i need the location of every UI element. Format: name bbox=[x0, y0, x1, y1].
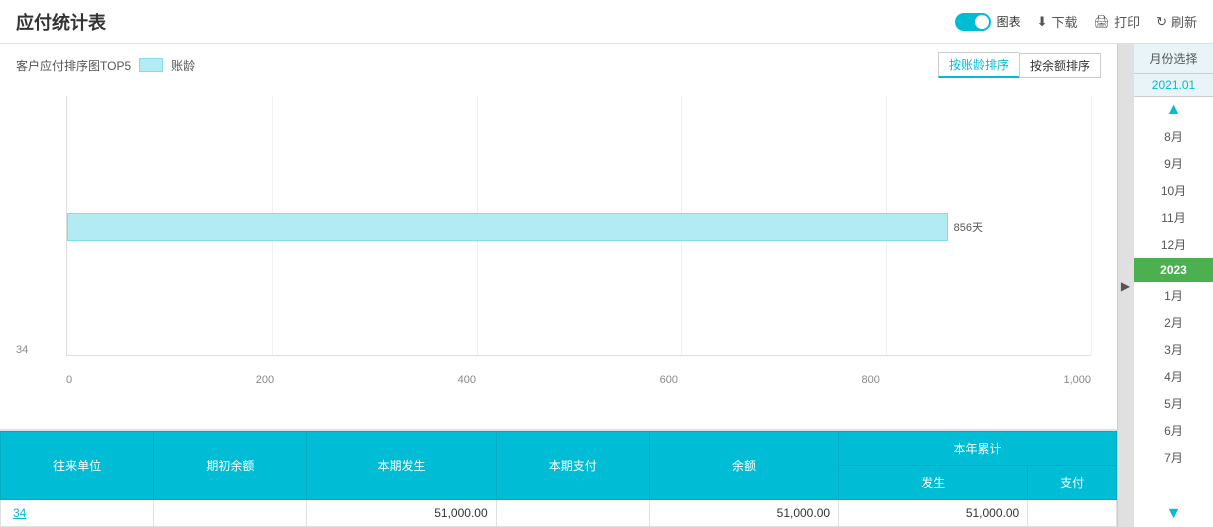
month-sidebar: 月份选择 2021.01 ▲ 8月 9月 10月 11月 12月 2023 1月… bbox=[1133, 44, 1213, 527]
refresh-label: 刷新 bbox=[1171, 12, 1197, 31]
cell-balance: 51,000.00 bbox=[649, 500, 838, 527]
data-table: 往来单位 期初余额 本期发生 本期支付 余额 本年累计 发生 支付 bbox=[0, 431, 1117, 527]
legend-item-label: 账龄 bbox=[171, 57, 195, 74]
chart-sort-controls: 按账龄排序 按余额排序 bbox=[938, 52, 1101, 78]
cell-current-pay bbox=[496, 500, 649, 527]
sidebar-month-3[interactable]: 3月 bbox=[1134, 336, 1213, 363]
cell-current-occur: 51,000.00 bbox=[307, 500, 496, 527]
chart-legend-title: 客户应付排序图TOP5 bbox=[16, 57, 131, 74]
col-header-current-occur: 本期发生 bbox=[307, 432, 496, 500]
data-table-section: 往来单位 期初余额 本期发生 本期支付 余额 本年累计 发生 支付 bbox=[0, 429, 1117, 527]
x-label-1000: 1,000 bbox=[1063, 374, 1091, 386]
sort-by-amount-button[interactable]: 按余额排序 bbox=[1019, 53, 1101, 78]
grid-line-5 bbox=[1091, 96, 1092, 355]
sidebar-month-1[interactable]: 1月 bbox=[1134, 282, 1213, 309]
sidebar-month-9[interactable]: 9月 bbox=[1134, 150, 1213, 177]
x-label-800: 800 bbox=[862, 374, 880, 386]
bar-fill bbox=[67, 213, 948, 241]
col-header-ytd-pay: 支付 bbox=[1028, 466, 1117, 500]
unit-link[interactable]: 34 bbox=[13, 506, 26, 520]
refresh-icon: ↻ bbox=[1156, 14, 1167, 30]
bar-end-label: 856天 bbox=[954, 219, 983, 235]
x-label-600: 600 bbox=[660, 374, 678, 386]
cell-opening bbox=[154, 500, 307, 527]
x-label-200: 200 bbox=[256, 374, 274, 386]
chart-plot-area: 856天 bbox=[66, 96, 1091, 356]
print-label: 打印 bbox=[1114, 12, 1140, 31]
sidebar-toggle-icon: ▶ bbox=[1121, 279, 1130, 293]
table-row: 34 51,000.00 51,000.00 51,000.00 bbox=[1, 500, 1117, 527]
sidebar-scroll-down[interactable]: ▼ bbox=[1134, 501, 1213, 527]
cell-unit: 34 bbox=[1, 500, 154, 527]
download-label: 下载 bbox=[1052, 12, 1078, 31]
col-header-balance: 余额 bbox=[649, 432, 838, 500]
sidebar-month-2[interactable]: 2月 bbox=[1134, 309, 1213, 336]
col-header-unit: 往来单位 bbox=[1, 432, 154, 500]
chart-toggle-wrap[interactable]: 图表 bbox=[955, 13, 1021, 31]
page-title: 应付统计表 bbox=[16, 9, 106, 35]
x-label-400: 400 bbox=[458, 374, 476, 386]
sidebar-month-7[interactable]: 7月 bbox=[1134, 444, 1213, 471]
chart-legend: 客户应付排序图TOP5 账龄 bbox=[16, 57, 195, 74]
sidebar-month-8[interactable]: 8月 bbox=[1134, 123, 1213, 150]
sidebar-toggle-button[interactable]: ▶ bbox=[1117, 44, 1133, 527]
sidebar-year-2023[interactable]: 2023 bbox=[1134, 258, 1213, 282]
col-header-ytd: 本年累计 bbox=[839, 432, 1117, 466]
legend-color-box bbox=[139, 58, 163, 72]
print-button[interactable]: 🖨 打印 bbox=[1094, 12, 1141, 31]
col-header-ytd-occur: 发生 bbox=[839, 466, 1028, 500]
chart-toggle[interactable] bbox=[955, 13, 991, 31]
sidebar-scroll-up[interactable]: ▲ bbox=[1134, 97, 1213, 123]
col-header-opening: 期初余额 bbox=[154, 432, 307, 500]
bar-chart-container: 34 bbox=[0, 86, 1117, 429]
sidebar-month-12[interactable]: 12月 bbox=[1134, 231, 1213, 258]
sidebar-month-5[interactable]: 5月 bbox=[1134, 390, 1213, 417]
print-icon: 🖨 bbox=[1094, 14, 1111, 30]
sidebar-month-6[interactable]: 6月 bbox=[1134, 417, 1213, 444]
chart-toggle-label: 图表 bbox=[997, 13, 1021, 30]
sidebar-month-4[interactable]: 4月 bbox=[1134, 363, 1213, 390]
download-icon: ⬇ bbox=[1037, 14, 1048, 30]
sort-by-balance-button[interactable]: 按账龄排序 bbox=[938, 52, 1019, 78]
sidebar-year-display[interactable]: 2021.01 bbox=[1134, 74, 1213, 97]
refresh-button[interactable]: ↻ 刷新 bbox=[1156, 12, 1197, 31]
cell-ytd-pay bbox=[1028, 500, 1117, 527]
sidebar-header: 月份选择 bbox=[1134, 44, 1213, 74]
sidebar-month-10[interactable]: 10月 bbox=[1134, 177, 1213, 204]
x-axis-labels: 0 200 400 600 800 1,000 bbox=[66, 374, 1091, 386]
sidebar-month-11[interactable]: 11月 bbox=[1134, 204, 1213, 231]
x-label-0: 0 bbox=[66, 374, 72, 386]
y-axis-label: 34 bbox=[16, 344, 32, 356]
col-header-current-pay: 本期支付 bbox=[496, 432, 649, 500]
download-button[interactable]: ⬇ 下载 bbox=[1037, 12, 1078, 31]
cell-ytd-occur: 51,000.00 bbox=[839, 500, 1028, 527]
sidebar-month-list: 8月 9月 10月 11月 12月 2023 1月 2月 3月 4月 5月 6月… bbox=[1134, 123, 1213, 501]
